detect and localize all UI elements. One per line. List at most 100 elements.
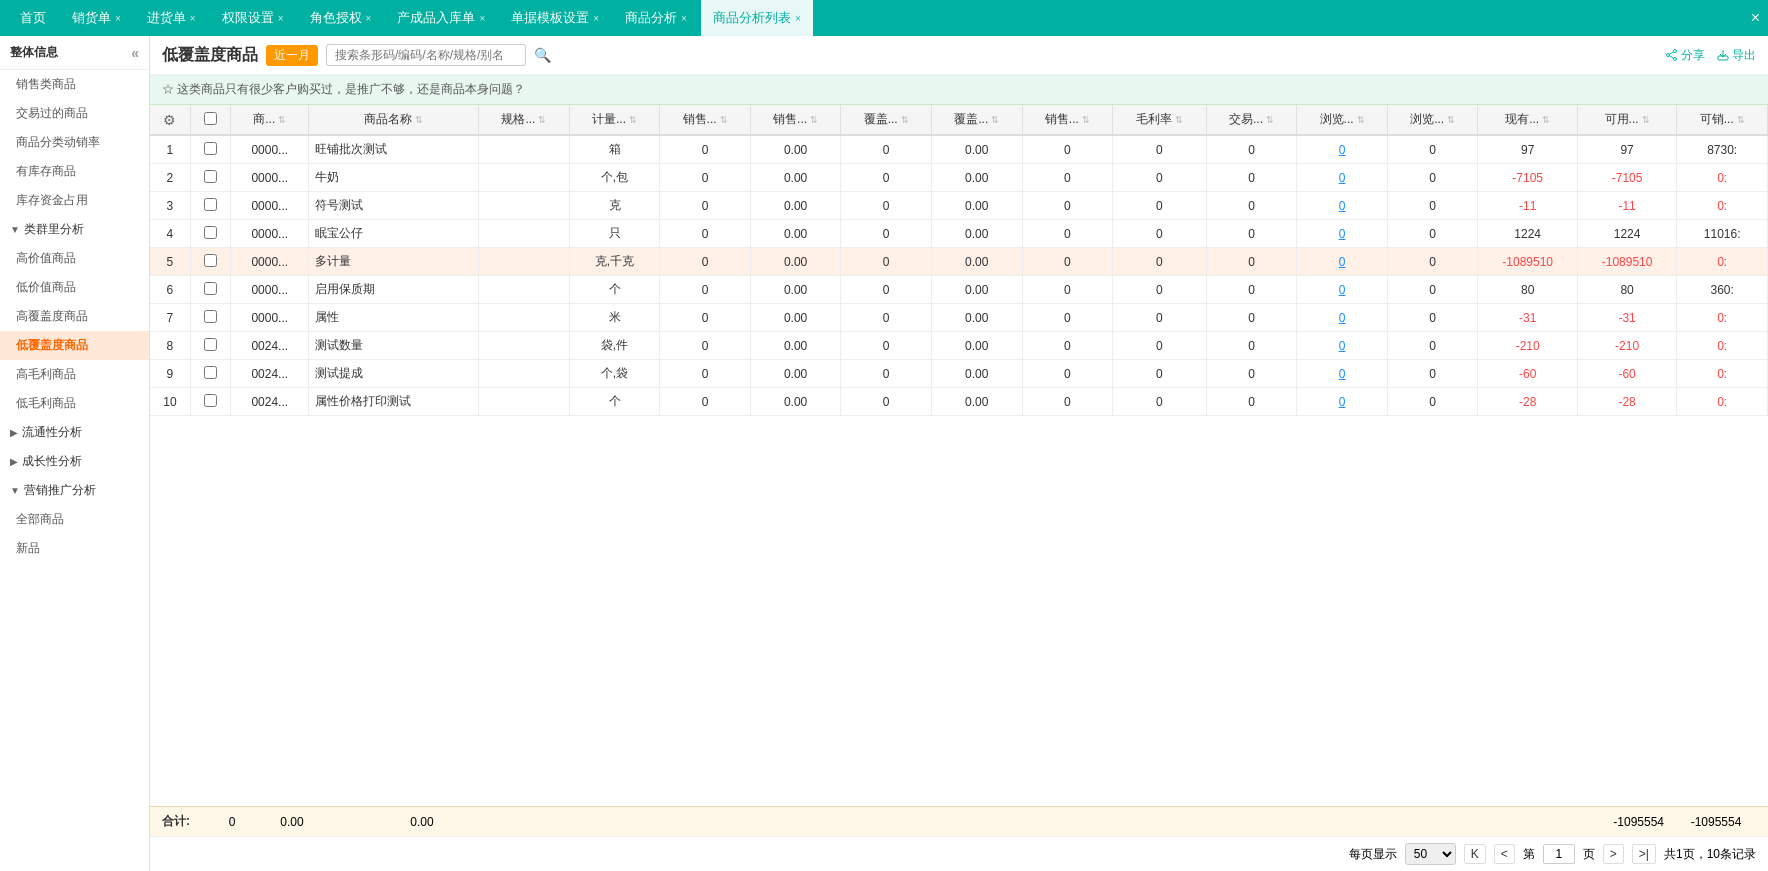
row-select-checkbox[interactable] — [204, 282, 217, 295]
row-checkbox[interactable] — [190, 388, 231, 416]
views-link[interactable]: 0 — [1339, 199, 1346, 213]
sidebar-item-high-margin[interactable]: 高毛利商品 — [0, 360, 149, 389]
period-button[interactable]: 近一月 — [266, 45, 318, 66]
close-icon[interactable]: × — [795, 13, 801, 24]
sidebar-item-new-products[interactable]: 新品 — [0, 534, 149, 563]
row-select-checkbox[interactable] — [204, 366, 217, 379]
col-current-stock[interactable]: 现有...⇅ — [1478, 105, 1577, 135]
col-transactions[interactable]: 交易...⇅ — [1206, 105, 1297, 135]
sidebar-item-low-coverage[interactable]: 低覆盖度商品 — [0, 331, 149, 360]
nav-tab-product-analysis[interactable]: 商品分析 × — [613, 0, 699, 36]
row-checkbox[interactable] — [190, 332, 231, 360]
settings-icon[interactable]: ⚙ — [163, 112, 176, 128]
col-code[interactable]: 商...⇅ — [231, 105, 309, 135]
nav-tab-permissions[interactable]: 权限设置 × — [210, 0, 296, 36]
col-sales-qty[interactable]: 销售...⇅ — [660, 105, 751, 135]
row-views1[interactable]: 0 — [1297, 360, 1388, 388]
row-views1[interactable]: 0 — [1297, 248, 1388, 276]
views-link[interactable]: 0 — [1339, 171, 1346, 185]
prev-page-button[interactable]: < — [1494, 844, 1515, 864]
row-select-checkbox[interactable] — [204, 226, 217, 239]
sidebar-item-all-products[interactable]: 全部商品 — [0, 505, 149, 534]
row-select-checkbox[interactable] — [204, 310, 217, 323]
row-views1[interactable]: 0 — [1297, 220, 1388, 248]
views-link[interactable]: 0 — [1339, 367, 1346, 381]
views-link[interactable]: 0 — [1339, 283, 1346, 297]
close-icon[interactable]: × — [366, 13, 372, 24]
row-views1[interactable]: 0 — [1297, 332, 1388, 360]
sidebar-item-high-coverage[interactable]: 高覆盖度商品 — [0, 302, 149, 331]
last-page-button[interactable]: >| — [1632, 844, 1656, 864]
col-coverage2[interactable]: 覆盖...⇅ — [931, 105, 1022, 135]
row-select-checkbox[interactable] — [204, 338, 217, 351]
next-page-button[interactable]: > — [1603, 844, 1624, 864]
row-checkbox[interactable] — [190, 248, 231, 276]
sidebar-item-in-stock[interactable]: 有库存商品 — [0, 157, 149, 186]
sidebar-item-low-margin[interactable]: 低毛利商品 — [0, 389, 149, 418]
close-icon[interactable]: × — [681, 13, 687, 24]
row-views1[interactable]: 0 — [1297, 388, 1388, 416]
col-sales-amount[interactable]: 销售...⇅ — [750, 105, 841, 135]
row-checkbox[interactable] — [190, 220, 231, 248]
row-checkbox[interactable] — [190, 360, 231, 388]
col-settings[interactable]: ⚙ — [150, 105, 190, 135]
col-views1[interactable]: 浏览...⇅ — [1297, 105, 1388, 135]
select-all-checkbox[interactable] — [204, 112, 217, 125]
first-page-button[interactable]: K — [1464, 844, 1486, 864]
col-name[interactable]: 商品名称⇅ — [309, 105, 479, 135]
col-sales3[interactable]: 销售...⇅ — [1022, 105, 1113, 135]
row-checkbox[interactable] — [190, 164, 231, 192]
row-views1[interactable]: 0 — [1297, 192, 1388, 220]
col-coverage1[interactable]: 覆盖...⇅ — [841, 105, 932, 135]
col-unit[interactable]: 计量...⇅ — [569, 105, 660, 135]
close-icon[interactable]: × — [115, 13, 121, 24]
row-views1[interactable]: 0 — [1297, 304, 1388, 332]
sidebar-section-circulation[interactable]: ▶ 流通性分析 — [0, 418, 149, 447]
row-views1[interactable]: 0 — [1297, 164, 1388, 192]
row-select-checkbox[interactable] — [204, 198, 217, 211]
sidebar-item-sales-products[interactable]: 销售类商品 — [0, 70, 149, 99]
per-page-select[interactable]: 50 100 200 — [1405, 843, 1456, 865]
sidebar-item-category-rate[interactable]: 商品分类动销率 — [0, 128, 149, 157]
sidebar-item-capital-usage[interactable]: 库存资金占用 — [0, 186, 149, 215]
col-sellable[interactable]: 可销...⇅ — [1677, 105, 1768, 135]
share-button[interactable]: 分享 — [1666, 47, 1705, 64]
nav-tab-product-analysis-list[interactable]: 商品分析列表 × — [701, 0, 813, 36]
col-available[interactable]: 可用...⇅ — [1577, 105, 1676, 135]
row-views1[interactable]: 0 — [1297, 135, 1388, 164]
row-checkbox[interactable] — [190, 192, 231, 220]
nav-tab-purchase[interactable]: 进货单 × — [135, 0, 208, 36]
col-spec[interactable]: 规格...⇅ — [479, 105, 570, 135]
views-link[interactable]: 0 — [1339, 143, 1346, 157]
sidebar-section-marketing[interactable]: ▼ 营销推广分析 — [0, 476, 149, 505]
views-link[interactable]: 0 — [1339, 395, 1346, 409]
row-checkbox[interactable] — [190, 304, 231, 332]
row-checkbox[interactable] — [190, 135, 231, 164]
search-icon[interactable]: 🔍 — [534, 47, 551, 63]
search-input[interactable] — [326, 44, 526, 66]
export-button[interactable]: 导出 — [1717, 47, 1756, 64]
col-views2[interactable]: 浏览...⇅ — [1387, 105, 1478, 135]
sidebar-item-low-value[interactable]: 低价值商品 — [0, 273, 149, 302]
row-select-checkbox[interactable] — [204, 142, 217, 155]
views-link[interactable]: 0 — [1339, 227, 1346, 241]
views-link[interactable]: 0 — [1339, 339, 1346, 353]
nav-tab-roles[interactable]: 角色授权 × — [298, 0, 384, 36]
row-checkbox[interactable] — [190, 276, 231, 304]
nav-tab-production[interactable]: 产成品入库单 × — [385, 0, 497, 36]
page-number-input[interactable] — [1543, 844, 1575, 864]
collapse-button[interactable]: « — [131, 45, 139, 61]
col-checkbox[interactable] — [190, 105, 231, 135]
close-icon[interactable]: × — [278, 13, 284, 24]
sidebar-section-analysis[interactable]: ▼ 类群里分析 — [0, 215, 149, 244]
sidebar-section-growth[interactable]: ▶ 成长性分析 — [0, 447, 149, 476]
nav-tab-home[interactable]: 首页 — [8, 0, 58, 36]
row-select-checkbox[interactable] — [204, 254, 217, 267]
views-link[interactable]: 0 — [1339, 255, 1346, 269]
close-icon[interactable]: × — [593, 13, 599, 24]
row-views1[interactable]: 0 — [1297, 276, 1388, 304]
row-select-checkbox[interactable] — [204, 394, 217, 407]
close-icon[interactable]: × — [190, 13, 196, 24]
close-all-button[interactable]: × — [1751, 9, 1760, 27]
nav-tab-sales[interactable]: 销货单 × — [60, 0, 133, 36]
